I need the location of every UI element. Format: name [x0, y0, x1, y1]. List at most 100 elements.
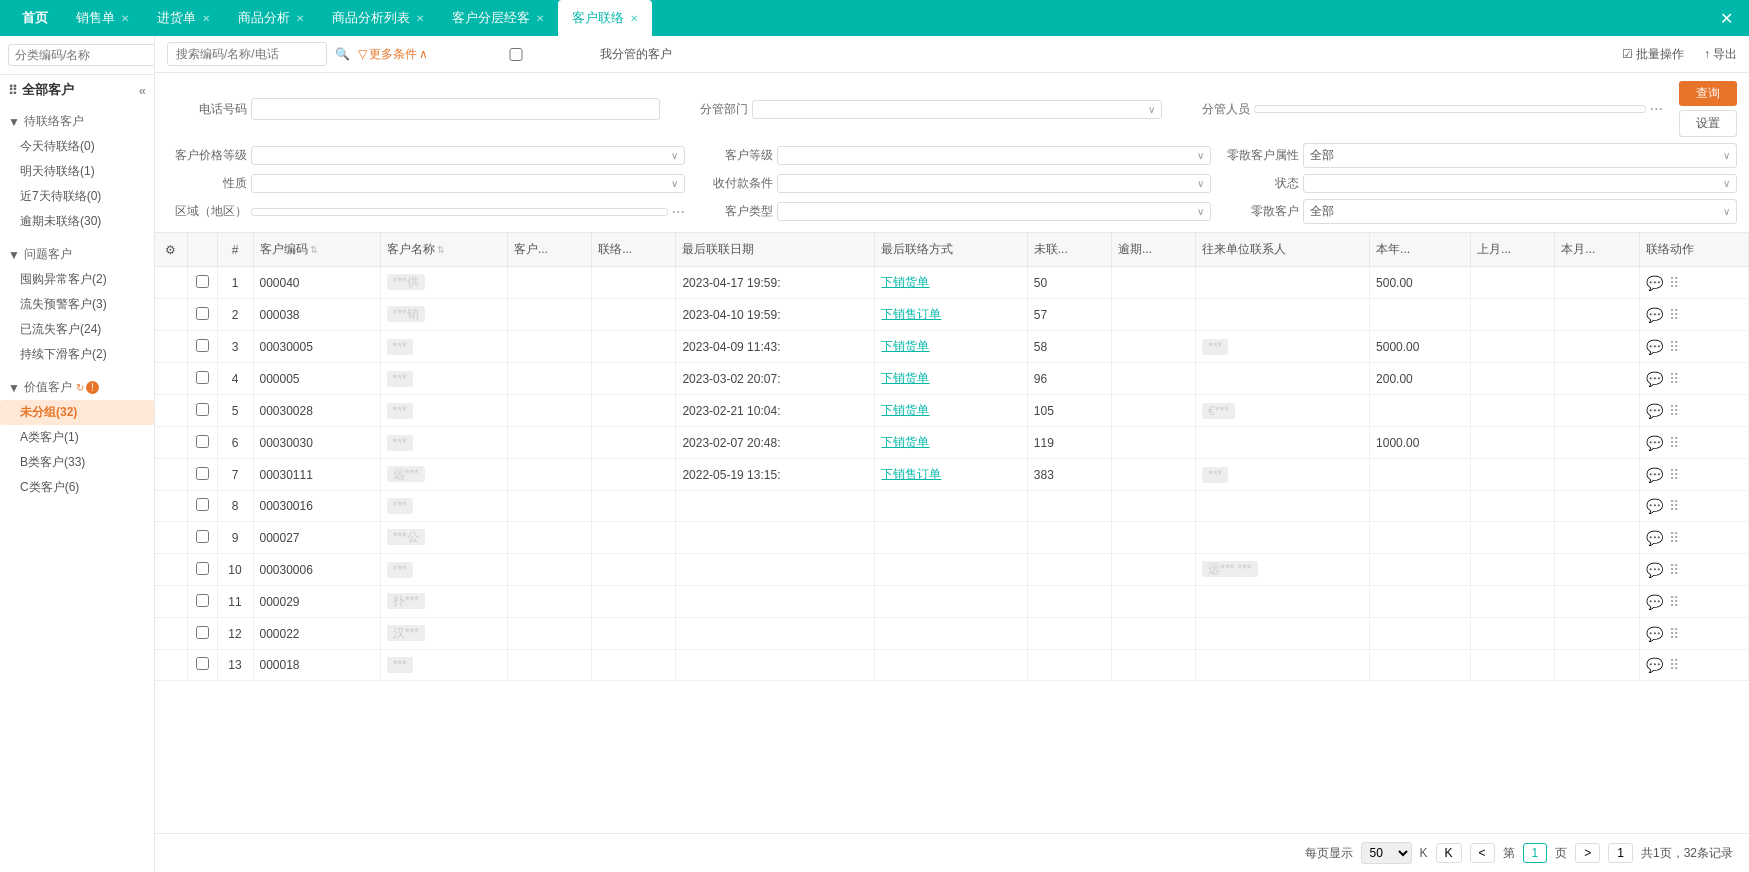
grid-action-icon[interactable]: ⠿: [1669, 371, 1679, 387]
my-customers-checkbox-label[interactable]: 我分管的客户: [436, 46, 672, 63]
retail-select[interactable]: 全部 ∨: [1303, 199, 1737, 224]
tab-sales[interactable]: 销售单 ✕: [62, 0, 143, 36]
contact-method-link[interactable]: 下销货单: [881, 339, 929, 353]
grid-action-icon[interactable]: ⠿: [1669, 307, 1679, 323]
batch-op-button[interactable]: ☑ 批量操作: [1622, 46, 1684, 63]
tab-customer-contact[interactable]: 客户联络 ✕: [558, 0, 652, 36]
th-settings[interactable]: ⚙: [155, 233, 187, 267]
tab-analysis[interactable]: 商品分析 ✕: [224, 0, 318, 36]
person-select[interactable]: [1254, 105, 1646, 113]
sidebar-item-class-b[interactable]: B类客户(33): [0, 450, 154, 475]
row-checkbox[interactable]: [196, 562, 209, 575]
td-check[interactable]: [187, 459, 217, 491]
region-select[interactable]: [251, 208, 668, 216]
message-icon[interactable]: 💬: [1646, 435, 1663, 451]
close-sales-icon[interactable]: ✕: [121, 13, 129, 24]
contact-method-link[interactable]: 下销货单: [881, 275, 929, 289]
tab-customer-layer[interactable]: 客户分层经客 ✕: [438, 0, 558, 36]
search-input[interactable]: [167, 42, 327, 66]
dept-select[interactable]: ∨: [752, 100, 1161, 119]
td-check[interactable]: [187, 554, 217, 586]
sidebar-item-7days[interactable]: 近7天待联络(0): [0, 184, 154, 209]
contact-method-link[interactable]: 下销货单: [881, 435, 929, 449]
collapse-icon[interactable]: «: [139, 83, 146, 98]
message-icon[interactable]: 💬: [1646, 657, 1663, 673]
grid-action-icon[interactable]: ⠿: [1669, 657, 1679, 673]
message-icon[interactable]: 💬: [1646, 371, 1663, 387]
nav-close-button[interactable]: ✕: [1712, 9, 1741, 28]
th-this-month[interactable]: 本月...: [1555, 233, 1639, 267]
sidebar-item-class-a[interactable]: A类客户(1): [0, 425, 154, 450]
td-check[interactable]: [187, 331, 217, 363]
contact-method-link[interactable]: 下销货单: [881, 403, 929, 417]
message-icon[interactable]: 💬: [1646, 498, 1663, 514]
my-customers-checkbox[interactable]: [436, 48, 596, 61]
retail-attr-select[interactable]: 全部 ∨: [1303, 143, 1737, 168]
message-icon[interactable]: 💬: [1646, 626, 1663, 642]
grid-action-icon[interactable]: ⠿: [1669, 467, 1679, 483]
grid-action-icon[interactable]: ⠿: [1669, 339, 1679, 355]
td-check[interactable]: [187, 395, 217, 427]
row-checkbox[interactable]: [196, 530, 209, 543]
sidebar-item-class-c[interactable]: C类客户(6): [0, 475, 154, 500]
tab-analysis-list[interactable]: 商品分析列表 ✕: [318, 0, 438, 36]
row-checkbox[interactable]: [196, 626, 209, 639]
phone-input[interactable]: [251, 98, 660, 120]
message-icon[interactable]: 💬: [1646, 307, 1663, 323]
customer-type-select[interactable]: ∨: [777, 202, 1211, 221]
row-checkbox[interactable]: [196, 435, 209, 448]
contact-method-link[interactable]: 下销售订单: [881, 307, 941, 321]
more-button-1[interactable]: ···: [1650, 100, 1663, 118]
message-icon[interactable]: 💬: [1646, 403, 1663, 419]
contact-method-link[interactable]: 下销售订单: [881, 467, 941, 481]
tab-home[interactable]: 首页: [8, 0, 62, 36]
status-select[interactable]: ∨: [1303, 174, 1737, 193]
export-button[interactable]: ↑ 导出: [1704, 46, 1737, 63]
customer-level-select[interactable]: ∨: [777, 146, 1211, 165]
grid-action-icon[interactable]: ⠿: [1669, 530, 1679, 546]
td-check[interactable]: [187, 363, 217, 395]
page-size-select[interactable]: 50 100: [1361, 842, 1412, 864]
sidebar-item-hoarding[interactable]: 囤购异常客户(2): [0, 267, 154, 292]
nature-select[interactable]: ∨: [251, 174, 685, 193]
td-check[interactable]: [187, 267, 217, 299]
message-icon[interactable]: 💬: [1646, 339, 1663, 355]
row-checkbox[interactable]: [196, 467, 209, 480]
message-icon[interactable]: 💬: [1646, 562, 1663, 578]
th-name[interactable]: 客户名称 ⇅: [380, 233, 507, 267]
td-check[interactable]: [187, 522, 217, 554]
td-check[interactable]: [187, 618, 217, 650]
sidebar-item-today[interactable]: 今天待联络(0): [0, 134, 154, 159]
sidebar-item-tomorrow[interactable]: 明天待联络(1): [0, 159, 154, 184]
td-check[interactable]: [187, 650, 217, 681]
th-last-date[interactable]: 最后联联日期: [676, 233, 875, 267]
contact-method-link[interactable]: 下销货单: [881, 371, 929, 385]
last-page-button[interactable]: 1: [1608, 843, 1633, 863]
sidebar-search-input[interactable]: [8, 44, 155, 66]
td-check[interactable]: [187, 427, 217, 459]
row-checkbox[interactable]: [196, 371, 209, 384]
sidebar-item-churned[interactable]: 已流失客户(24): [0, 317, 154, 342]
grid-action-icon[interactable]: ⠿: [1669, 435, 1679, 451]
th-no-contact[interactable]: 未联...: [1027, 233, 1111, 267]
value-customers-group-title[interactable]: ▼ 价值客户 ↻ !: [0, 375, 154, 400]
tab-purchase[interactable]: 进货单 ✕: [143, 0, 224, 36]
th-last-method[interactable]: 最后联络方式: [875, 233, 1027, 267]
close-purchase-icon[interactable]: ✕: [202, 13, 210, 24]
refresh-icon[interactable]: ↻: [76, 382, 84, 393]
row-checkbox[interactable]: [196, 498, 209, 511]
row-checkbox[interactable]: [196, 594, 209, 607]
grid-action-icon[interactable]: ⠿: [1669, 562, 1679, 578]
sidebar-item-ungrouped[interactable]: 未分组(32): [0, 400, 154, 425]
search-button[interactable]: 🔍: [335, 47, 350, 61]
row-checkbox[interactable]: [196, 275, 209, 288]
th-this-year[interactable]: 本年...: [1370, 233, 1471, 267]
grid-action-icon[interactable]: ⠿: [1669, 594, 1679, 610]
message-icon[interactable]: 💬: [1646, 530, 1663, 546]
payment-select[interactable]: ∨: [777, 174, 1211, 193]
grid-action-icon[interactable]: ⠿: [1669, 403, 1679, 419]
sidebar-item-declining[interactable]: 持续下滑客户(2): [0, 342, 154, 367]
grid-action-icon[interactable]: ⠿: [1669, 626, 1679, 642]
th-type[interactable]: 客户...: [507, 233, 591, 267]
th-code[interactable]: 客户编码 ⇅: [253, 233, 380, 267]
